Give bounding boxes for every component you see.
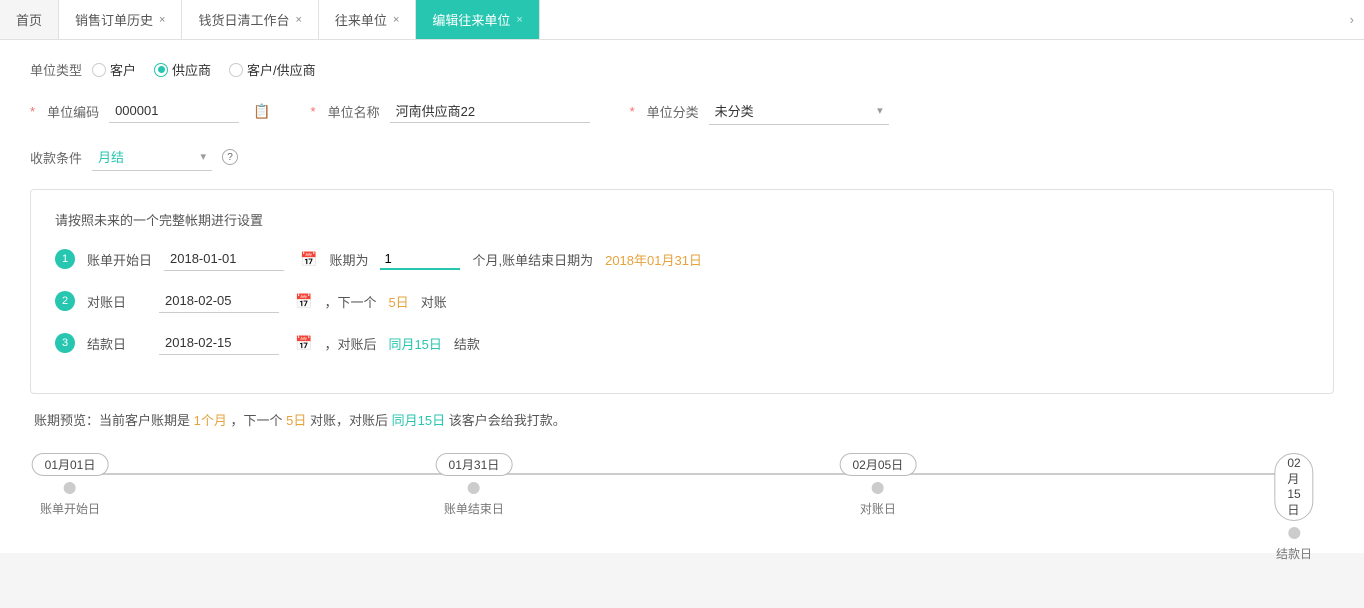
section-hint: 请按照未来的一个完整帐期进行设置 [55,210,1309,229]
timeline-label-2: 账单结束日 [444,500,504,517]
payment-terms-dropdown[interactable]: 月结 ▾ [92,143,212,171]
tab-bar: 首页 销售订单历史 × 钱货日清工作台 × 往来单位 × 编辑往来单位 × › [0,0,1364,40]
start-date-input[interactable] [164,247,284,271]
payment-terms-row: 收款条件 月结 ▾ ? [30,143,1334,171]
period-suffix: 个月,账单结束日期为 [472,250,593,269]
tab-home[interactable]: 首页 [0,0,59,39]
reconcile-suffix2: 对账 [421,292,447,311]
help-icon[interactable]: ? [222,149,238,165]
tab-close-icon[interactable]: × [393,14,399,26]
unit-fields-row: * 单位编码 📋 * 单位名称 * 单位分类 未分类 ▾ [30,97,1334,125]
radio-circle-supplier [154,63,168,77]
chevron-down-icon: ▾ [877,104,883,117]
timeline-label-1: 账单开始日 [40,500,100,517]
timeline-dot-2 [468,482,480,494]
calendar-icon-2[interactable]: 📅 [295,293,312,310]
radio-both[interactable]: 客户/供应商 [229,60,316,79]
timeline-node-3: 02月05日 对账日 [839,453,916,517]
radio-circle-customer [92,63,106,77]
unit-name-input[interactable] [390,99,590,123]
row-num-1: 1 [55,249,75,269]
row-num-3: 3 [55,333,75,353]
timeline-node-4: 02月15日 结款日 [1274,453,1313,562]
timeline: 01月01日 账单开始日 01月31日 账单结束日 02月05日 对账日 02月… [70,453,1294,533]
timeline-dot-4 [1288,527,1300,539]
start-date-label: 账单开始日 [87,250,152,269]
row-num-2: 2 [55,291,75,311]
reconcile-highlight: 5日 [388,292,408,311]
timeline-dot-3 [872,482,884,494]
payment-highlight: 同月15日 [388,334,441,353]
reconcile-suffix1: ，下一个 [324,292,376,311]
unit-category-label: 单位分类 [647,102,699,121]
radio-circle-both [229,63,243,77]
unit-name-label: 单位名称 [328,102,380,121]
timeline-badge-2: 01月31日 [436,453,513,476]
calendar-icon-1[interactable]: 📅 [300,251,317,268]
payment-suffix1: ，对账后 [324,334,376,353]
timeline-node-1: 01月01日 账单开始日 [32,453,109,517]
unit-code-input[interactable] [109,99,239,123]
period-prefix: 账期为 [329,250,368,269]
unit-category-dropdown[interactable]: 未分类 ▾ [709,97,889,125]
period-end-date: 2018年01月31日 [605,250,702,269]
preview-part1: 1个月 [194,413,227,428]
tab-close-icon[interactable]: × [159,14,165,26]
unit-type-radio-group: 客户 供应商 客户/供应商 [92,60,316,79]
payment-date-input[interactable] [159,331,279,355]
preview-part2: 5日 [286,413,306,428]
unit-type-label: 单位类型 [30,60,82,79]
tab-close-icon-active[interactable]: × [516,14,522,26]
unit-type-row: 单位类型 客户 供应商 客户/供应商 [30,60,1334,79]
payment-terms-label: 收款条件 [30,148,82,167]
tab-partner[interactable]: 往来单位 × [319,0,416,39]
chevron-down-icon: ▾ [200,150,206,163]
payment-suffix2: 结款 [454,334,480,353]
timeline-node-2: 01月31日 账单结束日 [436,453,513,517]
tab-cash-work[interactable]: 钱货日清工作台 × [182,0,318,39]
radio-customer[interactable]: 客户 [92,60,136,79]
payment-date-label: 结款日 [87,334,147,353]
row-payment-date: 3 结款日 📅 ，对账后 同月15日 结款 [55,331,1309,355]
reconcile-date-input[interactable] [159,289,279,313]
unit-code-label: 单位编码 [47,102,99,121]
reconcile-date-label: 对账日 [87,292,147,311]
timeline-badge-3: 02月05日 [839,453,916,476]
tab-sales-history[interactable]: 销售订单历史 × [59,0,182,39]
timeline-label-3: 对账日 [860,500,896,517]
calendar-icon-3[interactable]: 📅 [295,335,312,352]
main-content: 单位类型 客户 供应商 客户/供应商 * 单位编码 📋 * 单位名称 * 单位分… [0,40,1364,553]
timeline-label-4: 结款日 [1276,545,1312,562]
tab-scroll-arrow[interactable]: › [1340,0,1364,39]
tab-edit-partner[interactable]: 编辑往来单位 × [416,0,539,39]
timeline-dot-1 [64,482,76,494]
row-reconcile-date: 2 对账日 📅 ，下一个 5日 对账 [55,289,1309,313]
timeline-line [70,473,1294,475]
copy-icon[interactable]: 📋 [253,103,270,120]
period-settings-box: 请按照未来的一个完整帐期进行设置 1 账单开始日 📅 账期为 个月,账单结束日期… [30,189,1334,394]
timeline-badge-1: 01月01日 [32,453,109,476]
radio-supplier[interactable]: 供应商 [154,60,211,79]
row-start-date: 1 账单开始日 📅 账期为 个月,账单结束日期为 2018年01月31日 [55,247,1309,271]
tab-close-icon[interactable]: × [295,14,301,26]
preview-part3: 同月15日 [392,413,445,428]
preview-section: 账期预览：当前客户账期是 1个月 ，下一个 5日 对账，对账后 同月15日 该客… [30,410,1334,429]
timeline-badge-4: 02月15日 [1274,453,1313,521]
period-value-input[interactable] [380,249,460,270]
